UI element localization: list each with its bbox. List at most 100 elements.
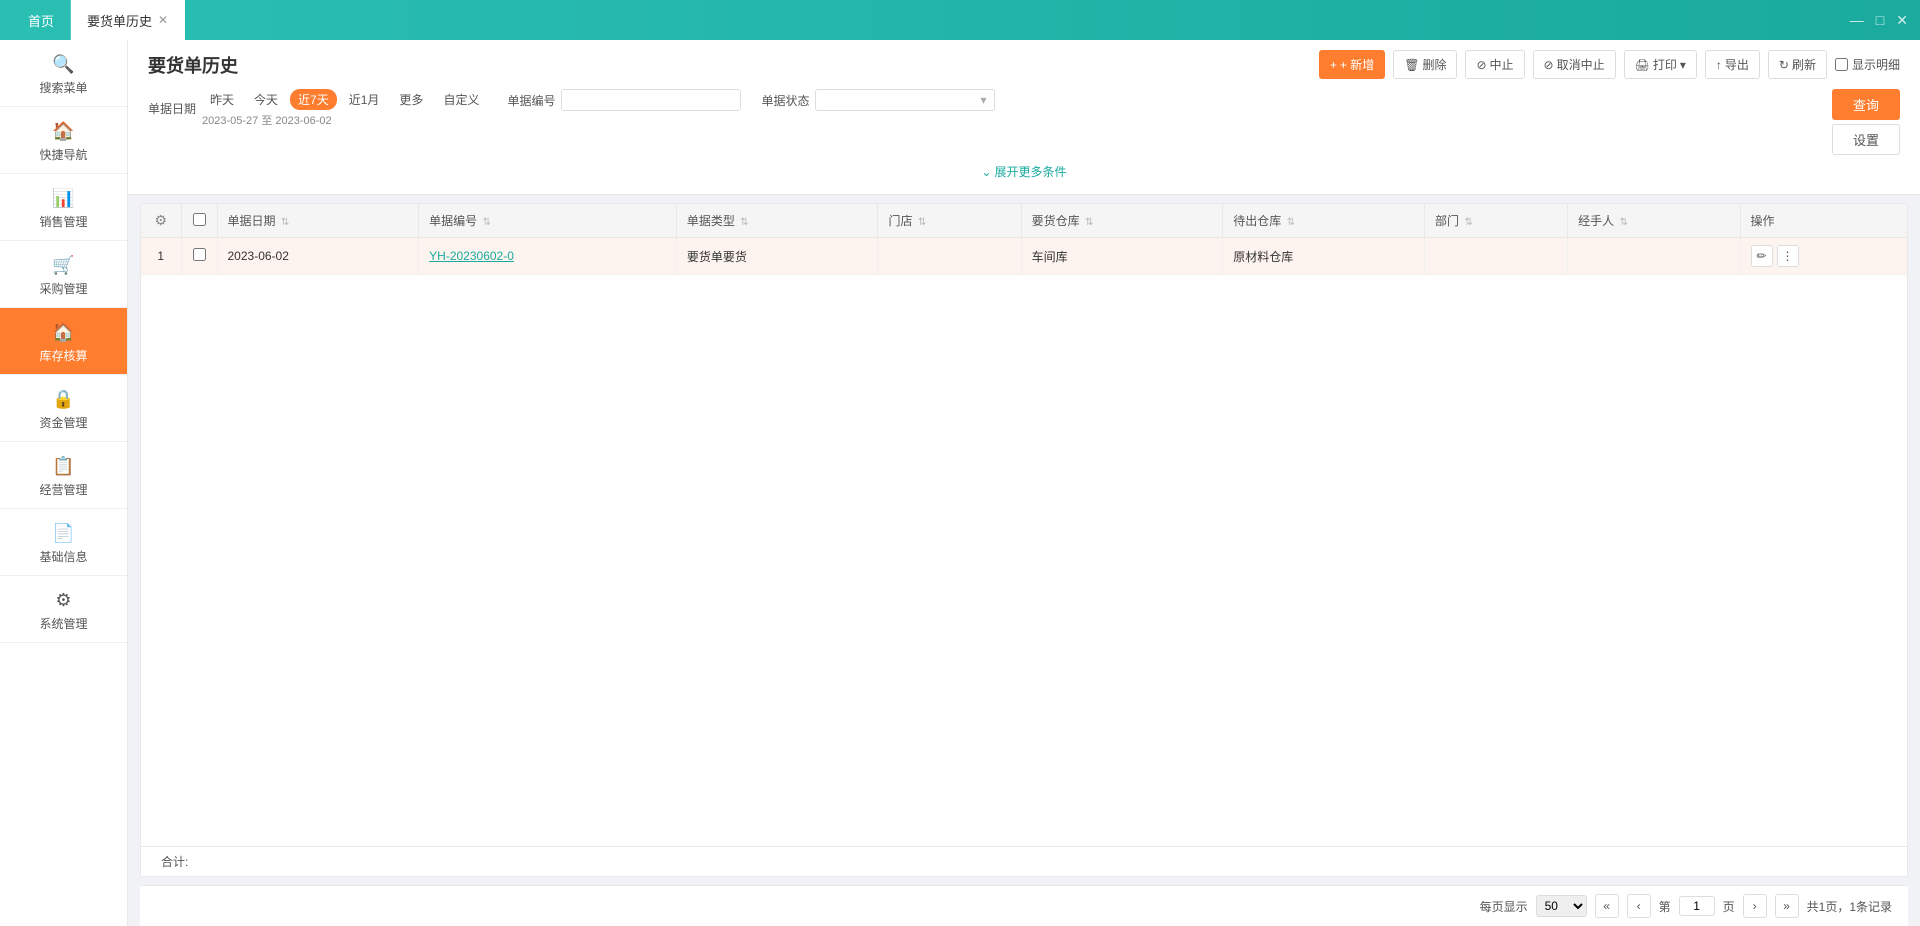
last-page-icon: » bbox=[1783, 899, 1790, 913]
row-more-button[interactable]: ⋮ bbox=[1777, 245, 1799, 267]
col-header-settings: ⚙ bbox=[141, 204, 181, 238]
col-header-req-warehouse: 要货仓库 ⇅ bbox=[1021, 204, 1223, 238]
query-button[interactable]: 查询 bbox=[1832, 89, 1900, 120]
cancel-stop-button[interactable]: ⊘ 取消中止 bbox=[1533, 50, 1616, 79]
bill-no-link[interactable]: YH-20230602-0 bbox=[429, 249, 514, 263]
close-window-icon[interactable]: ✕ bbox=[1896, 12, 1908, 29]
print-button[interactable]: 🖨 打印 ▾ bbox=[1624, 50, 1697, 79]
page-end-label: 页 bbox=[1723, 898, 1735, 915]
new-button[interactable]: + + 新增 bbox=[1319, 50, 1385, 79]
expand-more-button[interactable]: ⌄ 展开更多条件 bbox=[973, 159, 1074, 184]
inventory-icon: 🏠 bbox=[52, 322, 74, 343]
stop-button[interactable]: ⊘ 中止 bbox=[1465, 50, 1524, 79]
date-btn-7days[interactable]: 近7天 bbox=[290, 89, 337, 110]
sidebar-item-sales[interactable]: 📊 销售管理 bbox=[0, 174, 127, 241]
sidebar-item-base-info[interactable]: 📄 基础信息 bbox=[0, 509, 127, 576]
bill-no-label: 单据编号 bbox=[507, 92, 555, 109]
delete-icon: 🗑 bbox=[1404, 58, 1419, 72]
sidebar-item-label: 资金管理 bbox=[39, 414, 87, 431]
bill-no-input[interactable] bbox=[561, 89, 741, 111]
sidebar-item-label: 搜索菜单 bbox=[39, 79, 87, 96]
table-settings-icon[interactable]: ⚙ bbox=[154, 212, 167, 228]
filter-main-row: 单据日期 昨天 今天 近7天 近1月 更多 自定义 2023-05-27 至 2… bbox=[148, 89, 1900, 155]
sidebar-item-search-menu[interactable]: 🔍 搜索菜单 bbox=[0, 40, 127, 107]
col-header-store: 门店 ⇅ bbox=[878, 204, 1021, 238]
page-title: 要货单历史 bbox=[148, 52, 238, 78]
table-header-row: ⚙ 单据日期 ⇅ 单据编号 ⇅ bbox=[141, 204, 1907, 238]
tab-requisition-history[interactable]: 要货单历史 ✕ bbox=[71, 0, 185, 40]
purchase-icon: 🛒 bbox=[52, 255, 74, 276]
per-page-label: 每页显示 bbox=[1480, 898, 1528, 915]
close-tab-icon[interactable]: ✕ bbox=[158, 13, 168, 27]
sidebar-item-system[interactable]: ⚙ 系统管理 bbox=[0, 576, 127, 643]
sidebar-item-label: 系统管理 bbox=[39, 615, 87, 632]
page-label: 第 bbox=[1659, 898, 1671, 915]
col-header-actions: 操作 bbox=[1740, 204, 1907, 238]
per-page-select[interactable]: 50 10 20 100 bbox=[1536, 895, 1587, 917]
sidebar-item-label: 销售管理 bbox=[39, 213, 87, 230]
select-all-checkbox[interactable] bbox=[193, 213, 206, 226]
date-filter-group: 单据日期 昨天 今天 近7天 近1月 更多 自定义 2023-05-27 至 2… bbox=[148, 89, 487, 128]
maximize-icon[interactable]: □ bbox=[1876, 12, 1884, 28]
sidebar: 🔍 搜索菜单 🏠 快捷导航 📊 销售管理 🛒 采购管理 🏠 库存核算 🔒 资金管… bbox=[0, 40, 128, 926]
base-info-icon: 📄 bbox=[52, 523, 74, 544]
bill-no-filter-group: 单据编号 bbox=[507, 89, 741, 111]
date-btn-1month[interactable]: 近1月 bbox=[341, 89, 388, 110]
search-menu-icon: 🔍 bbox=[52, 54, 74, 75]
export-icon: ↑ bbox=[1716, 58, 1722, 72]
sort-req-wh-icon: ⇅ bbox=[1085, 217, 1093, 228]
expand-more-icon: ⌄ bbox=[981, 165, 991, 179]
col-header-checkbox bbox=[181, 204, 217, 238]
last-page-button[interactable]: » bbox=[1775, 894, 1799, 918]
first-page-icon: « bbox=[1603, 899, 1610, 913]
sales-icon: 📊 bbox=[52, 188, 74, 209]
system-icon: ⚙ bbox=[55, 590, 71, 611]
pagination-bar: 每页显示 50 10 20 100 « ‹ 第 页 › » 共1页，1条记录 bbox=[140, 885, 1908, 926]
refresh-button[interactable]: ↻ 刷新 bbox=[1768, 50, 1827, 79]
sidebar-item-quick-nav[interactable]: 🏠 快捷导航 bbox=[0, 107, 127, 174]
show-detail-checkbox[interactable] bbox=[1835, 58, 1848, 71]
date-filter-buttons: 昨天 今天 近7天 近1月 更多 自定义 bbox=[202, 89, 487, 110]
sidebar-item-inventory[interactable]: 🏠 库存核算 bbox=[0, 308, 127, 375]
sidebar-item-label: 快捷导航 bbox=[39, 146, 87, 163]
content-area: 要货单历史 + + 新增 🗑 删除 ⊘ 中止 ⊘ bbox=[128, 40, 1920, 926]
date-btn-more[interactable]: 更多 bbox=[391, 89, 431, 110]
top-bar: 首页 要货单历史 ✕ — □ ✕ bbox=[0, 0, 1920, 40]
row-checkbox-cell bbox=[181, 238, 217, 275]
first-page-button[interactable]: « bbox=[1595, 894, 1619, 918]
status-arrow-icon: ▾ bbox=[980, 93, 986, 107]
data-table: ⚙ 单据日期 ⇅ 单据编号 ⇅ bbox=[141, 204, 1907, 275]
status-select[interactable]: ▾ bbox=[815, 89, 995, 111]
col-header-pending-warehouse: 待出仓库 ⇅ bbox=[1223, 204, 1425, 238]
date-btn-custom[interactable]: 自定义 bbox=[435, 89, 487, 110]
row-action-buttons: ✏ ⋮ bbox=[1751, 245, 1897, 267]
main-layout: 🔍 搜索菜单 🏠 快捷导航 📊 销售管理 🛒 采购管理 🏠 库存核算 🔒 资金管… bbox=[0, 40, 1920, 926]
finance-icon: 🔒 bbox=[52, 389, 74, 410]
next-page-button[interactable]: › bbox=[1743, 894, 1767, 918]
export-button[interactable]: ↑ 导出 bbox=[1705, 50, 1760, 79]
date-btn-today[interactable]: 今天 bbox=[246, 89, 286, 110]
delete-button[interactable]: 🗑 删除 bbox=[1393, 50, 1457, 79]
status-label: 单据状态 bbox=[761, 92, 809, 109]
table-container: ⚙ 单据日期 ⇅ 单据编号 ⇅ bbox=[140, 203, 1908, 877]
sidebar-item-operations[interactable]: 📋 经营管理 bbox=[0, 442, 127, 509]
minimize-icon[interactable]: — bbox=[1850, 12, 1864, 28]
tab-home[interactable]: 首页 bbox=[12, 0, 71, 40]
sidebar-item-purchase[interactable]: 🛒 采购管理 bbox=[0, 241, 127, 308]
row-edit-button[interactable]: ✏ bbox=[1751, 245, 1773, 267]
row-checkbox[interactable] bbox=[193, 248, 206, 261]
sidebar-item-label: 经营管理 bbox=[39, 481, 87, 498]
more-icon: ⋮ bbox=[1782, 249, 1794, 263]
setting-button[interactable]: 设置 bbox=[1832, 124, 1900, 155]
total-info: 共1页，1条记录 bbox=[1807, 898, 1892, 915]
sort-billtype-icon: ⇅ bbox=[740, 217, 748, 228]
print-arrow-icon: ▾ bbox=[1680, 58, 1686, 72]
show-detail-toggle[interactable]: 显示明细 bbox=[1835, 56, 1900, 73]
col-header-handler: 经手人 ⇅ bbox=[1568, 204, 1740, 238]
col-header-date: 单据日期 ⇅ bbox=[217, 204, 419, 238]
sidebar-item-finance[interactable]: 🔒 资金管理 bbox=[0, 375, 127, 442]
prev-page-button[interactable]: ‹ bbox=[1627, 894, 1651, 918]
sidebar-item-label: 基础信息 bbox=[39, 548, 87, 565]
page-number-input[interactable] bbox=[1679, 896, 1715, 916]
date-btn-yesterday[interactable]: 昨天 bbox=[202, 89, 242, 110]
